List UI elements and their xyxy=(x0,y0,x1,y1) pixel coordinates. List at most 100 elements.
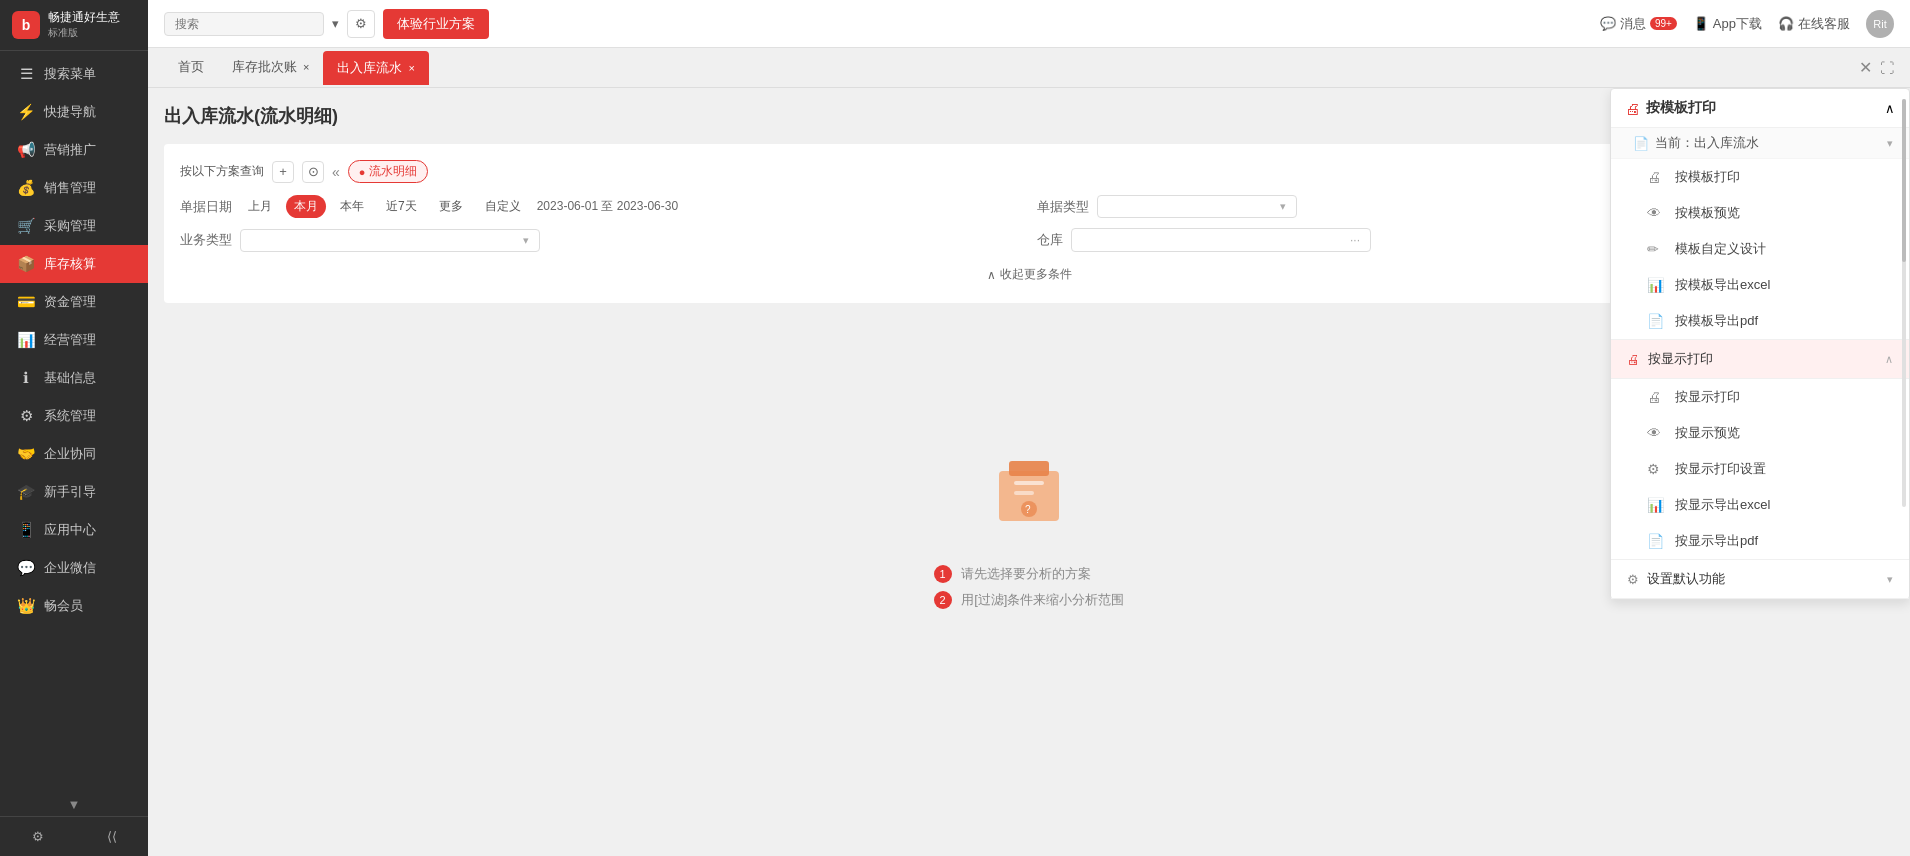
empty-steps: 1 请先选择要分析的方案 2 用[过滤]条件来缩小分析范围 xyxy=(934,561,1125,613)
print-header-arrow[interactable]: ∧ xyxy=(1885,101,1895,116)
sidebar-item-4[interactable]: 🛒 采购管理 xyxy=(0,207,148,245)
step1-text: 请先选择要分析的方案 xyxy=(961,566,1091,581)
step1: 1 请先选择要分析的方案 xyxy=(934,561,1125,587)
logo-text-block: 畅捷通好生意 标准版 xyxy=(48,10,120,40)
dropdown-item-display-excel[interactable]: 📊 按显示导出excel xyxy=(1611,487,1909,523)
voucher-type-arrow: ▾ xyxy=(1280,200,1286,213)
dropdown-item-template-preview[interactable]: 👁 按模板预览 xyxy=(1611,195,1909,231)
sidebar-label-1: 快捷导航 xyxy=(44,103,132,121)
topbar-dropdown-btn[interactable]: ▾ xyxy=(332,16,339,31)
tab-inventory-flow-close[interactable]: × xyxy=(408,62,414,74)
sidebar-label-14: 畅会员 xyxy=(44,597,132,615)
sidebar-icon-11: 🎓 xyxy=(16,483,36,501)
search-input[interactable] xyxy=(164,12,324,36)
current-template-label: 当前：出入库流水 xyxy=(1655,134,1887,152)
date-btn-上月[interactable]: 上月 xyxy=(240,195,280,218)
filter-collapse-btn[interactable]: « xyxy=(332,164,340,180)
sidebar-label-9: 系统管理 xyxy=(44,407,132,425)
topbar: ▾ ⚙ 体验行业方案 💬 消息 99+ 📱 App下载 🎧 在线客服 Rit xyxy=(148,0,1910,48)
sidebar-label-4: 采购管理 xyxy=(44,217,132,235)
display-pdf-label: 按显示导出pdf xyxy=(1675,532,1758,550)
sidebar-label-10: 企业协同 xyxy=(44,445,132,463)
warehouse-more-btn[interactable]: ··· xyxy=(1350,233,1360,247)
message-btn[interactable]: 💬 消息 99+ xyxy=(1600,15,1677,33)
sidebar-item-10[interactable]: 🤝 企业协同 xyxy=(0,435,148,473)
avatar-text: Rit xyxy=(1873,18,1886,30)
display-print-section-header[interactable]: 🖨 按显示打印 ∧ xyxy=(1611,340,1909,379)
display-print-header-label: 按显示打印 xyxy=(1648,350,1885,368)
sidebar-label-12: 应用中心 xyxy=(44,521,132,539)
sidebar-icon-6: 💳 xyxy=(16,293,36,311)
sidebar-item-12[interactable]: 📱 应用中心 xyxy=(0,511,148,549)
dropdown-item-template-pdf[interactable]: 📄 按模板导出pdf xyxy=(1611,303,1909,339)
display-print-settings-label: 按显示打印设置 xyxy=(1675,460,1766,478)
default-settings-header[interactable]: ⚙ 设置默认功能 ▾ xyxy=(1611,560,1909,599)
tab-home[interactable]: 首页 xyxy=(164,50,218,86)
service-icon: 🎧 xyxy=(1778,16,1794,31)
sidebar-item-6[interactable]: 💳 资金管理 xyxy=(0,283,148,321)
dropdown-item-template-excel[interactable]: 📊 按模板导出excel xyxy=(1611,267,1909,303)
sidebar-label-0: 搜索菜单 xyxy=(44,65,132,83)
default-settings-icon: ⚙ xyxy=(1627,572,1639,587)
date-btn-本年[interactable]: 本年 xyxy=(332,195,372,218)
trial-btn[interactable]: 体验行业方案 xyxy=(383,9,489,39)
voucher-type-select[interactable]: ▾ xyxy=(1097,195,1297,218)
sidebar-scroll-down[interactable]: ▼ xyxy=(0,793,148,816)
app-download-label: App下载 xyxy=(1713,15,1762,33)
date-btn-更多[interactable]: 更多 xyxy=(431,195,471,218)
current-template-dropdown[interactable]: 📄 当前：出入库流水 ▾ xyxy=(1611,128,1909,159)
filter-add-btn[interactable]: + xyxy=(272,161,294,183)
topbar-settings-btn[interactable]: ⚙ xyxy=(347,10,375,38)
sidebar-label-3: 销售管理 xyxy=(44,179,132,197)
tab-inventory-batch-close[interactable]: × xyxy=(303,61,309,73)
sidebar-item-0[interactable]: ☰ 搜索菜单 xyxy=(0,55,148,93)
sidebar-item-7[interactable]: 📊 经营管理 xyxy=(0,321,148,359)
scrollbar-track xyxy=(1902,99,1906,507)
sidebar-gear-btn[interactable]: ⚙ xyxy=(24,825,52,848)
app-version: 标准版 xyxy=(48,26,120,40)
sidebar-item-11[interactable]: 🎓 新手引导 xyxy=(0,473,148,511)
step1-circle: 1 xyxy=(934,565,952,583)
sidebar-item-14[interactable]: 👑 畅会员 xyxy=(0,587,148,625)
dropdown-item-template-print[interactable]: 🖨 按模板打印 xyxy=(1611,159,1909,195)
filter-settings-btn[interactable]: ⊙ xyxy=(302,161,324,183)
sidebar-icon-9: ⚙ xyxy=(16,407,36,425)
sidebar-item-9[interactable]: ⚙ 系统管理 xyxy=(0,397,148,435)
sidebar-label-6: 资金管理 xyxy=(44,293,132,311)
dropdown-item-display-pdf[interactable]: 📄 按显示导出pdf xyxy=(1611,523,1909,559)
dropdown-item-display-print-settings[interactable]: ⚙ 按显示打印设置 xyxy=(1611,451,1909,487)
window-close-btn[interactable]: ✕ xyxy=(1859,58,1872,77)
sidebar-item-2[interactable]: 📢 营销推广 xyxy=(0,131,148,169)
tabs-bar: 首页 库存批次账 × 出入库流水 × ✕ ⛶ xyxy=(148,48,1910,88)
svg-rect-2 xyxy=(1014,481,1044,485)
date-btn-自定义[interactable]: 自定义 xyxy=(477,195,529,218)
window-expand-btn[interactable]: ⛶ xyxy=(1880,60,1894,76)
sidebar-item-5[interactable]: 📦 库存核算 xyxy=(0,245,148,283)
print-header-left: 🖨 按模板打印 xyxy=(1625,99,1716,117)
display-excel-label: 按显示导出excel xyxy=(1675,496,1770,514)
dropdown-item-display-print[interactable]: 🖨 按显示打印 xyxy=(1611,379,1909,415)
sidebar-item-8[interactable]: ℹ 基础信息 xyxy=(0,359,148,397)
app-download-btn[interactable]: 📱 App下载 xyxy=(1693,15,1762,33)
sidebar-icon-8: ℹ xyxy=(16,369,36,387)
sidebar-collapse-btn[interactable]: ⟨⟨ xyxy=(99,825,125,848)
warehouse-select[interactable]: ··· xyxy=(1071,228,1371,252)
filter-field-date: 单据日期 上月本月本年近7天更多自定义 2023-06-01 至 2023-06… xyxy=(180,195,1021,218)
sidebar-item-3[interactable]: 💰 销售管理 xyxy=(0,169,148,207)
step2: 2 用[过滤]条件来缩小分析范围 xyxy=(934,587,1125,613)
tab-inventory-flow[interactable]: 出入库流水 × xyxy=(323,51,428,85)
sidebar-item-1[interactable]: ⚡ 快捷导航 xyxy=(0,93,148,131)
user-avatar[interactable]: Rit xyxy=(1866,10,1894,38)
svg-text:?: ? xyxy=(1025,504,1031,515)
content-area: 出入库流水(流水明细) 按以下方案查询 + ⊙ « ● 流水明细 单据日期 上月… xyxy=(148,88,1910,856)
filter-tag[interactable]: ● 流水明细 xyxy=(348,160,429,183)
online-service-btn[interactable]: 🎧 在线客服 xyxy=(1778,15,1850,33)
sidebar-item-13[interactable]: 💬 企业微信 xyxy=(0,549,148,587)
dropdown-item-display-preview[interactable]: 👁 按显示预览 xyxy=(1611,415,1909,451)
date-btn-近7天[interactable]: 近7天 xyxy=(378,195,425,218)
tab-inventory-batch[interactable]: 库存批次账 × xyxy=(218,50,323,86)
date-btn-本月[interactable]: 本月 xyxy=(286,195,326,218)
business-type-select[interactable]: ▾ xyxy=(240,229,540,252)
print-icon: 🖨 xyxy=(1625,100,1640,117)
dropdown-item-template-custom[interactable]: ✏ 模板自定义设计 xyxy=(1611,231,1909,267)
